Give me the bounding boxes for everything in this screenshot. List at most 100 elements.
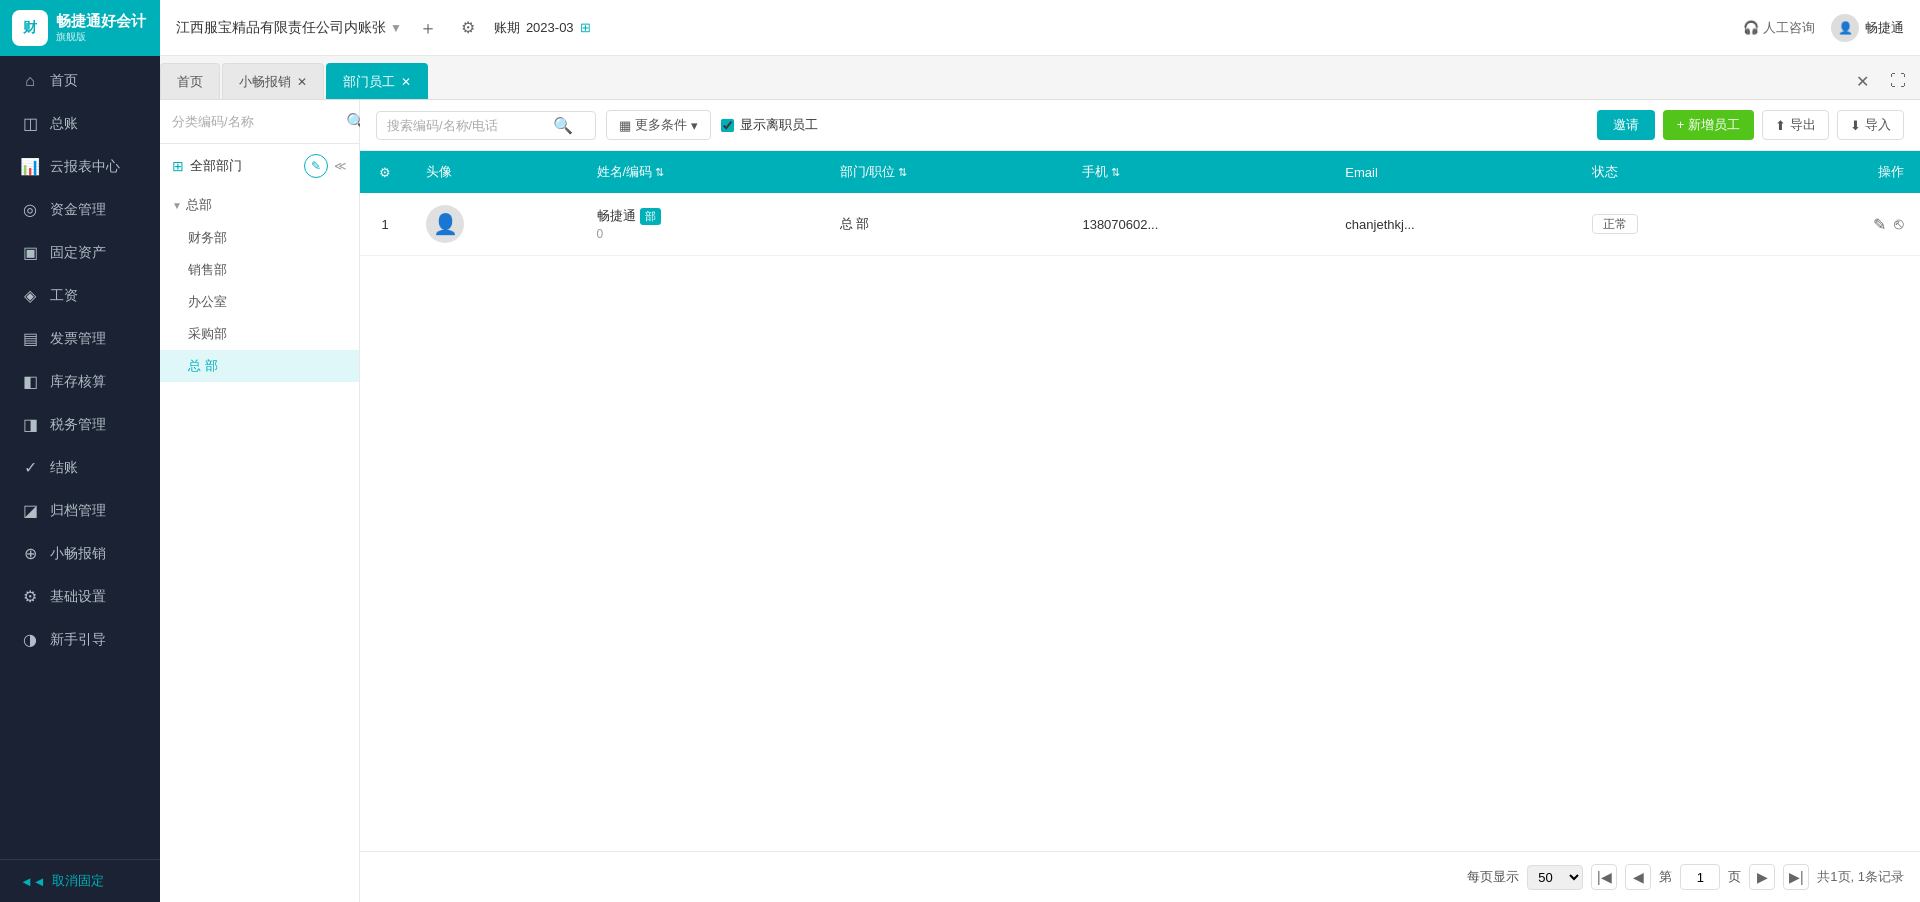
col-dept[interactable]: 部门/职位 (824, 151, 1067, 193)
dept-collapse-icon[interactable]: ≪ (334, 159, 347, 173)
page-number-input[interactable] (1680, 864, 1720, 890)
ledger-icon: ◫ (20, 114, 40, 133)
emp-name: 畅捷通 部 (597, 207, 808, 225)
employees-area: 🔍 ▦ 更多条件 ▾ 显示离职员工 邀请 + 新增员工 ⬆ 导出 (360, 100, 1920, 902)
row-email: chanjethkj... (1329, 193, 1576, 256)
invite-button[interactable]: 邀请 (1597, 110, 1655, 140)
unpin-label: 取消固定 (52, 872, 104, 890)
tab-close-all-button[interactable]: ✕ (1848, 67, 1876, 95)
sidebar-item-expense[interactable]: ⊕ 小畅报销 (0, 532, 160, 575)
import-button[interactable]: ⬇ 导入 (1837, 110, 1904, 140)
support-label: 人工咨询 (1763, 19, 1815, 37)
support-button[interactable]: 🎧 人工咨询 (1743, 19, 1815, 37)
add-employee-button[interactable]: + 新增员工 (1663, 110, 1754, 140)
tabs-actions: ✕ ⛶ (1848, 67, 1920, 99)
col-name[interactable]: 姓名/编码 (581, 151, 824, 193)
tab-home-label: 首页 (177, 73, 203, 91)
dept-sidebar: 🔍 ⊞ 全部部门 ✎ ≪ ▼ 总部 财务部 销售部 (160, 100, 360, 902)
dept-sales[interactable]: 销售部 (160, 254, 359, 286)
tab-employees-close-icon[interactable]: ✕ (401, 75, 411, 89)
sidebar-item-label: 库存核算 (50, 373, 106, 391)
dept-purchase-label: 采购部 (188, 326, 227, 341)
sidebar-item-guide[interactable]: ◑ 新手引导 (0, 618, 160, 661)
sidebar-item-label: 新手引导 (50, 631, 106, 649)
dept-finance[interactable]: 财务部 (160, 222, 359, 254)
filter-button[interactable]: ▦ 更多条件 ▾ (606, 110, 711, 140)
show-resigned-checkbox[interactable] (721, 119, 734, 132)
col-settings[interactable]: ⚙ (360, 151, 410, 193)
sidebar-item-salary[interactable]: ◈ 工资 (0, 274, 160, 317)
prev-page-button[interactable]: ◀ (1625, 864, 1651, 890)
sidebar-item-label: 结账 (50, 459, 78, 477)
emp-search-input[interactable] (387, 118, 547, 133)
sidebar-item-tax[interactable]: ◨ 税务管理 (0, 403, 160, 446)
sidebar-item-label: 资金管理 (50, 201, 106, 219)
dept-hq[interactable]: ▼ 总部 (160, 188, 359, 222)
dept-general-label: 总 部 (188, 358, 218, 373)
next-page-button[interactable]: ▶ (1749, 864, 1775, 890)
accounting-period: 账期 2023-03 ⊞ (494, 19, 591, 37)
show-resigned-label: 显示离职员工 (721, 116, 818, 134)
export-icon: ⬆ (1775, 118, 1786, 133)
period-label: 账期 (494, 19, 520, 37)
filter-icon: ▦ (619, 118, 631, 133)
col-phone[interactable]: 手机 (1066, 151, 1329, 193)
page-size-select[interactable]: 50 10 20 100 (1527, 865, 1583, 890)
logout-employee-button[interactable]: ⎋ (1894, 215, 1904, 233)
sidebar-item-home[interactable]: ⌂ 首页 (0, 60, 160, 102)
calendar-icon[interactable]: ⊞ (580, 20, 591, 35)
tab-home[interactable]: 首页 (160, 63, 220, 99)
chevron-down-icon: ▼ (390, 21, 402, 35)
sidebar-item-label: 工资 (50, 287, 78, 305)
dept-sales-label: 销售部 (188, 262, 227, 277)
sidebar-item-label: 首页 (50, 72, 78, 90)
unpin-button[interactable]: ◄◄ 取消固定 (0, 859, 160, 902)
tab-expand-button[interactable]: ⛶ (1884, 67, 1912, 95)
emp-avatar-img: 👤 (426, 205, 464, 243)
sidebar-item-reports[interactable]: 📊 云报表中心 (0, 145, 160, 188)
app-logo: 财 畅捷通好会计 旗舰版 (0, 0, 160, 56)
sidebar-item-settings[interactable]: ⚙ 基础设置 (0, 575, 160, 618)
sidebar-item-closing[interactable]: ✓ 结账 (0, 446, 160, 489)
topbar-right: 🎧 人工咨询 👤 畅捷通 (1743, 14, 1904, 42)
import-label: 导入 (1865, 116, 1891, 134)
sidebar-item-funds[interactable]: ◎ 资金管理 (0, 188, 160, 231)
main-content: 江西服宝精品有限责任公司内账张 ▼ ＋ ⚙ 账期 2023-03 ⊞ 🎧 人工咨… (160, 0, 1920, 902)
tab-expense-close-icon[interactable]: ✕ (297, 75, 307, 89)
settings-icon: ⚙ (20, 587, 40, 606)
invoice-icon: ▤ (20, 329, 40, 348)
all-dept-header[interactable]: ⊞ 全部部门 ✎ ≪ (160, 144, 359, 188)
employees-toolbar: 🔍 ▦ 更多条件 ▾ 显示离职员工 邀请 + 新增员工 ⬆ 导出 (360, 100, 1920, 151)
last-page-button[interactable]: ▶| (1783, 864, 1809, 890)
table-row: 1 👤 畅捷通 部 0 (360, 193, 1920, 256)
edit-employee-button[interactable]: ✎ (1873, 215, 1886, 234)
dept-office[interactable]: 办公室 (160, 286, 359, 318)
dept-edit-icon[interactable]: ✎ (304, 154, 328, 178)
dept-general[interactable]: 总 部 (160, 350, 359, 382)
unpin-icon: ◄◄ (20, 874, 46, 889)
dept-purchase[interactable]: 采购部 (160, 318, 359, 350)
dept-search-input[interactable] (172, 114, 340, 129)
first-page-button[interactable]: |◀ (1591, 864, 1617, 890)
row-dept: 总 部 (824, 193, 1067, 256)
dept-finance-label: 财务部 (188, 230, 227, 245)
sidebar-item-ledger[interactable]: ◫ 总账 (0, 102, 160, 145)
page-size-label: 每页显示 (1467, 868, 1519, 886)
topbar-settings-icon[interactable]: ⚙ (454, 14, 482, 42)
company-selector[interactable]: 江西服宝精品有限责任公司内账张 ▼ (176, 19, 402, 37)
add-tab-button[interactable]: ＋ (414, 14, 442, 42)
export-button[interactable]: ⬆ 导出 (1762, 110, 1829, 140)
app-edition: 旗舰版 (56, 30, 146, 44)
emp-dept-badge: 部 (640, 208, 661, 225)
row-avatar: 👤 (410, 193, 581, 256)
tab-expense[interactable]: 小畅报销 ✕ (222, 63, 324, 99)
sidebar-item-inventory[interactable]: ◧ 库存核算 (0, 360, 160, 403)
sidebar-item-assets[interactable]: ▣ 固定资产 (0, 231, 160, 274)
user-menu[interactable]: 👤 畅捷通 (1831, 14, 1904, 42)
tab-employees[interactable]: 部门员工 ✕ (326, 63, 428, 99)
emp-search-icon[interactable]: 🔍 (553, 116, 573, 135)
sidebar-item-archive[interactable]: ◪ 归档管理 (0, 489, 160, 532)
dept-search-area: 🔍 (160, 100, 359, 144)
sidebar-item-invoice[interactable]: ▤ 发票管理 (0, 317, 160, 360)
pagination: 每页显示 50 10 20 100 |◀ ◀ 第 页 ▶ ▶| 共1页, 1条记… (360, 851, 1920, 902)
